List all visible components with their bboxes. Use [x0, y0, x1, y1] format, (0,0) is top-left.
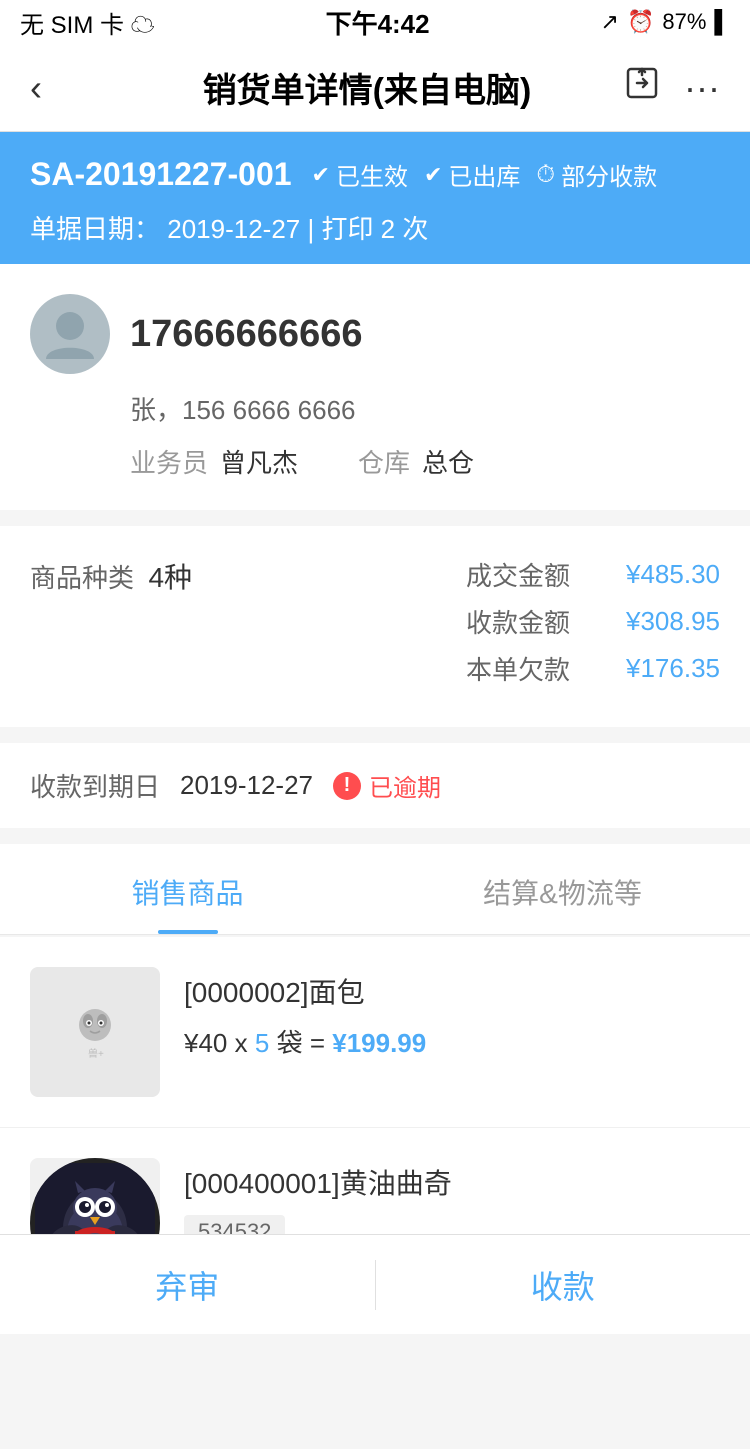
stats-section: 商品种类 4种 成交金额 ¥485.30 收款金额 ¥308.95 本单欠款 ¥…	[0, 526, 750, 727]
status-left: 无 SIM 卡 ☁	[20, 5, 155, 40]
status-badges: ✔ 已生效 ✔ 已出库 ⏱ 部分收款	[312, 157, 658, 192]
amount-row: 成交金额 ¥485.30	[466, 556, 720, 593]
badge-effective: ✔ 已生效	[312, 157, 408, 192]
product-type: 商品种类 4种	[30, 556, 192, 596]
badge-shipped: ✔ 已出库	[424, 157, 520, 192]
order-id: SA-20191227-001	[30, 156, 292, 193]
back-button[interactable]: ‹	[30, 67, 42, 109]
amount-value: ¥485.30	[590, 559, 720, 590]
cancel-review-button[interactable]: 弃审	[0, 1234, 375, 1336]
tabs: 销售商品 结算&物流等	[0, 844, 750, 935]
warehouse-label: 仓库	[358, 443, 410, 480]
location-icon: ↗	[601, 9, 619, 35]
alarm-icon: ⏰	[627, 9, 654, 35]
nav-right: ···	[624, 65, 720, 110]
debt-row: 本单欠款 ¥176.35	[466, 650, 720, 687]
status-bar: 无 SIM 卡 ☁ 下午4:42 ↗ ⏰ 87% ▌	[0, 0, 750, 44]
product-details-1: [0000002]面包 ¥40 x 5 袋 = ¥199.99	[184, 967, 720, 1060]
check-icon-1: ✔	[312, 162, 330, 188]
received-value: ¥308.95	[590, 606, 720, 637]
customer-name-phone: 张，156 6666 6666	[30, 390, 720, 427]
svg-text:兽+: 兽+	[88, 1047, 104, 1060]
product-total-1: ¥199.99	[332, 1028, 426, 1058]
badge-partial: ⏱ 部分收款	[536, 157, 657, 192]
order-date: 单据日期： 2019-12-27 | 打印 2 次	[30, 209, 720, 246]
check-icon-2: ✔	[424, 162, 442, 188]
warehouse-value: 总仓	[422, 443, 474, 480]
nav-bar: ‹ 销货单详情(来自电脑) ···	[0, 44, 750, 132]
due-section: 收款到期日 2019-12-27 ! 已逾期	[0, 743, 750, 828]
page-title: 销货单详情(来自电脑)	[203, 63, 532, 112]
placeholder-1: 兽+	[30, 967, 160, 1097]
financial-stats: 成交金额 ¥485.30 收款金额 ¥308.95 本单欠款 ¥176.35	[466, 556, 720, 697]
sales-meta: 业务员 曾凡杰	[130, 443, 298, 480]
nav-left: ‹	[30, 67, 110, 109]
warehouse-meta: 仓库 总仓	[358, 443, 474, 480]
received-row: 收款金额 ¥308.95	[466, 603, 720, 640]
sim-label: 无 SIM 卡 ☁	[20, 5, 155, 40]
tabs-section: 销售商品 结算&物流等	[0, 844, 750, 935]
due-date: 2019-12-27	[180, 770, 313, 801]
overdue-icon: !	[333, 772, 361, 800]
battery-label: 87%	[662, 9, 706, 35]
product-name-1: [0000002]面包	[184, 971, 720, 1011]
list-item: 兽+ [0000002]面包 ¥40 x 5 袋 = ¥199.99	[0, 937, 750, 1128]
status-time: 下午4:42	[326, 4, 430, 41]
product-name-2: [000400001]黄油曲奇	[184, 1162, 720, 1202]
product-price-1: ¥40 x 5 袋 = ¥199.99	[184, 1023, 720, 1060]
sales-label: 业务员	[130, 443, 208, 480]
customer-phone: 17666666666	[130, 313, 362, 356]
tab-settlement[interactable]: 结算&物流等	[375, 844, 750, 934]
product-image-1: 兽+	[30, 967, 160, 1097]
payment-button[interactable]: 收款	[376, 1234, 750, 1336]
customer-meta: 业务员 曾凡杰 仓库 总仓	[30, 443, 720, 480]
order-header: SA-20191227-001 ✔ 已生效 ✔ 已出库 ⏱ 部分收款 单据日期：…	[0, 132, 750, 264]
share-button[interactable]	[624, 65, 660, 110]
status-right: ↗ ⏰ 87% ▌	[601, 9, 730, 35]
product-qty-1: 5	[255, 1028, 269, 1058]
bottom-bar: 弃审 收款	[0, 1234, 750, 1334]
debt-value: ¥176.35	[590, 653, 720, 684]
due-label: 收款到期日	[30, 767, 160, 804]
tab-sales-products[interactable]: 销售商品	[0, 844, 375, 934]
overdue-text: 已逾期	[369, 768, 441, 803]
customer-section: 17666666666 张，156 6666 6666 业务员 曾凡杰 仓库 总…	[0, 264, 750, 510]
overdue-badge: ! 已逾期	[333, 768, 441, 803]
sales-value: 曾凡杰	[220, 443, 298, 480]
avatar	[30, 294, 110, 374]
clock-icon: ⏱	[536, 161, 555, 189]
battery-icon: ▌	[714, 9, 730, 35]
more-button[interactable]: ···	[684, 67, 720, 109]
